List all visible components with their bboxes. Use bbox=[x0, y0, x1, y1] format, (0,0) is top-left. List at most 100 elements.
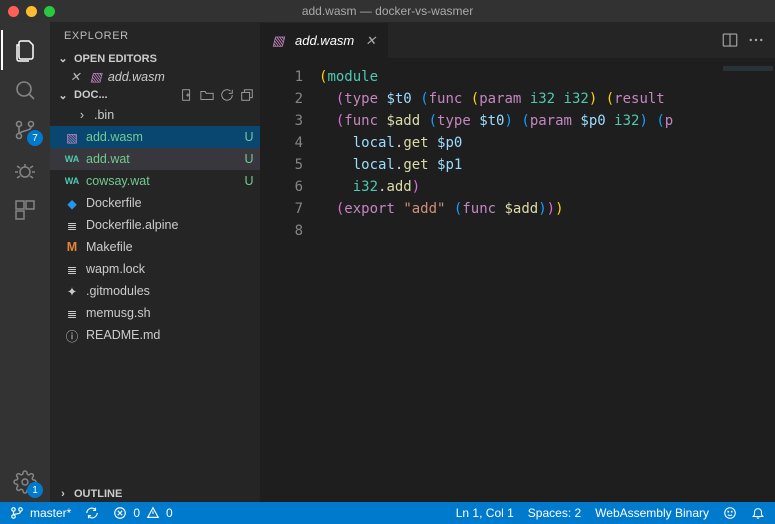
status-cursor[interactable]: Ln 1, Col 1 bbox=[456, 506, 514, 520]
sync-icon bbox=[85, 506, 99, 520]
gear-file-icon: ✦ bbox=[64, 284, 80, 299]
chevron-down-icon: ⌄ bbox=[56, 89, 70, 102]
scm-badge: 7 bbox=[27, 130, 43, 146]
smiley-icon bbox=[723, 506, 737, 520]
sidebar-title: EXPLORER bbox=[50, 22, 260, 50]
status-problems[interactable]: 0 0 bbox=[113, 506, 172, 520]
editor-body[interactable]: 12345678 (module (type $t0 (func (param … bbox=[260, 58, 775, 502]
status-bar: master* 0 0 Ln 1, Col 1 Spaces: 2 WebAss… bbox=[0, 502, 775, 524]
outline-label: OUTLINE bbox=[74, 488, 254, 500]
branch-icon bbox=[10, 506, 24, 520]
wasm-file-icon: ▧ bbox=[272, 33, 288, 49]
tab-label: add.wasm bbox=[295, 33, 354, 48]
file-name: Dockerfile bbox=[86, 196, 236, 210]
file-name: Makefile bbox=[86, 240, 236, 254]
errors-count: 0 bbox=[133, 506, 140, 520]
close-icon[interactable]: ✕ bbox=[70, 69, 84, 84]
status-indent[interactable]: Spaces: 2 bbox=[528, 506, 581, 520]
collapse-all-icon[interactable] bbox=[240, 88, 254, 102]
more-icon[interactable] bbox=[747, 31, 765, 49]
tree-file[interactable]: ▧ add.wasm U bbox=[50, 126, 260, 148]
search-icon bbox=[13, 78, 37, 102]
status-sync[interactable] bbox=[85, 506, 99, 520]
close-icon[interactable]: ✕ bbox=[365, 33, 376, 49]
error-icon bbox=[113, 506, 127, 520]
new-folder-icon[interactable] bbox=[200, 88, 214, 102]
refresh-icon[interactable] bbox=[220, 88, 234, 102]
explorer-sidebar: EXPLORER ⌄ OPEN EDITORS ✕ ▧ add.wasm ⌄ D… bbox=[50, 22, 260, 502]
outline-header[interactable]: › OUTLINE bbox=[50, 486, 260, 502]
tree-file[interactable]: WA cowsay.wat U bbox=[50, 170, 260, 192]
status-feedback[interactable] bbox=[723, 506, 737, 520]
warning-icon bbox=[146, 506, 160, 520]
status-notifications[interactable] bbox=[751, 506, 765, 520]
wat-file-icon: WA bbox=[64, 176, 80, 186]
file-name: cowsay.wat bbox=[86, 174, 236, 188]
new-file-icon[interactable] bbox=[180, 88, 194, 102]
chevron-right-icon: › bbox=[76, 108, 88, 122]
git-status: U bbox=[242, 152, 256, 166]
open-editor-filename: add.wasm bbox=[108, 70, 165, 84]
bug-icon bbox=[13, 158, 37, 182]
generic-file-icon: ≣ bbox=[64, 218, 80, 233]
warnings-count: 0 bbox=[166, 506, 173, 520]
tree-folder[interactable]: › .bin bbox=[50, 104, 260, 126]
open-editors-header[interactable]: ⌄ OPEN EDITORS bbox=[50, 50, 260, 67]
tree-file[interactable]: WA add.wat U bbox=[50, 148, 260, 170]
workspace-root-label: DOC... bbox=[74, 89, 176, 101]
tree-file[interactable]: ≣ memusg.sh bbox=[50, 302, 260, 324]
tree-file[interactable]: ✦ .gitmodules bbox=[50, 280, 260, 302]
git-status: U bbox=[242, 174, 256, 188]
workspace-header-actions bbox=[180, 88, 254, 102]
editor-group: ▧ add.wasm ✕ 12345678 (module (type $t0 … bbox=[260, 22, 775, 502]
open-editor-item[interactable]: ✕ ▧ add.wasm bbox=[50, 67, 260, 86]
status-branch[interactable]: master* bbox=[10, 506, 71, 520]
line-gutter: 12345678 bbox=[260, 58, 315, 502]
activity-extensions[interactable] bbox=[1, 190, 49, 230]
chevron-right-icon: › bbox=[56, 488, 70, 500]
split-editor-icon[interactable] bbox=[721, 31, 739, 49]
file-name: wapm.lock bbox=[86, 262, 236, 276]
workspace-header[interactable]: ⌄ DOC... bbox=[50, 86, 260, 104]
file-name: Dockerfile.alpine bbox=[86, 218, 236, 232]
tabs-row: ▧ add.wasm ✕ bbox=[260, 22, 775, 58]
code-content[interactable]: (module (type $t0 (func (param i32 i32) … bbox=[315, 58, 775, 502]
bell-icon bbox=[751, 506, 765, 520]
activity-bar: 7 1 bbox=[0, 22, 50, 502]
tree-file[interactable]: ≣ Dockerfile.alpine bbox=[50, 214, 260, 236]
settings-badge: 1 bbox=[27, 482, 43, 498]
file-name: add.wat bbox=[86, 152, 236, 166]
makefile-icon: M bbox=[64, 240, 80, 254]
tree-file[interactable]: ◆Dockerfile bbox=[50, 192, 260, 214]
window-title: add.wasm — docker-vs-wasmer bbox=[0, 4, 775, 18]
wat-file-icon: WA bbox=[64, 154, 80, 164]
branch-name: master* bbox=[30, 506, 71, 520]
files-icon bbox=[13, 38, 37, 62]
git-status: U bbox=[242, 130, 256, 144]
editor-actions bbox=[711, 22, 775, 58]
info-file-icon: ⓘ bbox=[64, 326, 80, 345]
generic-file-icon: ≣ bbox=[64, 262, 80, 277]
tree-file[interactable]: M Makefile bbox=[50, 236, 260, 258]
activity-scm[interactable]: 7 bbox=[1, 110, 49, 150]
wasm-file-icon: ▧ bbox=[64, 130, 80, 145]
activity-search[interactable] bbox=[1, 70, 49, 110]
minimap[interactable] bbox=[723, 66, 773, 106]
activity-explorer[interactable] bbox=[1, 30, 49, 70]
file-name: .gitmodules bbox=[86, 284, 236, 298]
activity-settings[interactable]: 1 bbox=[1, 462, 49, 502]
file-tab[interactable]: ▧ add.wasm ✕ bbox=[260, 23, 389, 58]
main-area: 7 1 EXPLORER ⌄ OPEN EDITORS ✕ ▧ add.wasm… bbox=[0, 22, 775, 502]
tree-file[interactable]: ⓘ README.md bbox=[50, 324, 260, 346]
status-language[interactable]: WebAssembly Binary bbox=[595, 506, 709, 520]
tree-file[interactable]: ≣ wapm.lock bbox=[50, 258, 260, 280]
activity-debug[interactable] bbox=[1, 150, 49, 190]
generic-file-icon: ≣ bbox=[64, 306, 80, 321]
file-name: README.md bbox=[86, 328, 236, 342]
chevron-down-icon: ⌄ bbox=[56, 52, 70, 65]
extensions-icon bbox=[13, 198, 37, 222]
file-name: memusg.sh bbox=[86, 306, 236, 320]
file-name: add.wasm bbox=[86, 130, 236, 144]
folder-name: .bin bbox=[94, 108, 256, 122]
open-editors-label: OPEN EDITORS bbox=[74, 53, 254, 65]
